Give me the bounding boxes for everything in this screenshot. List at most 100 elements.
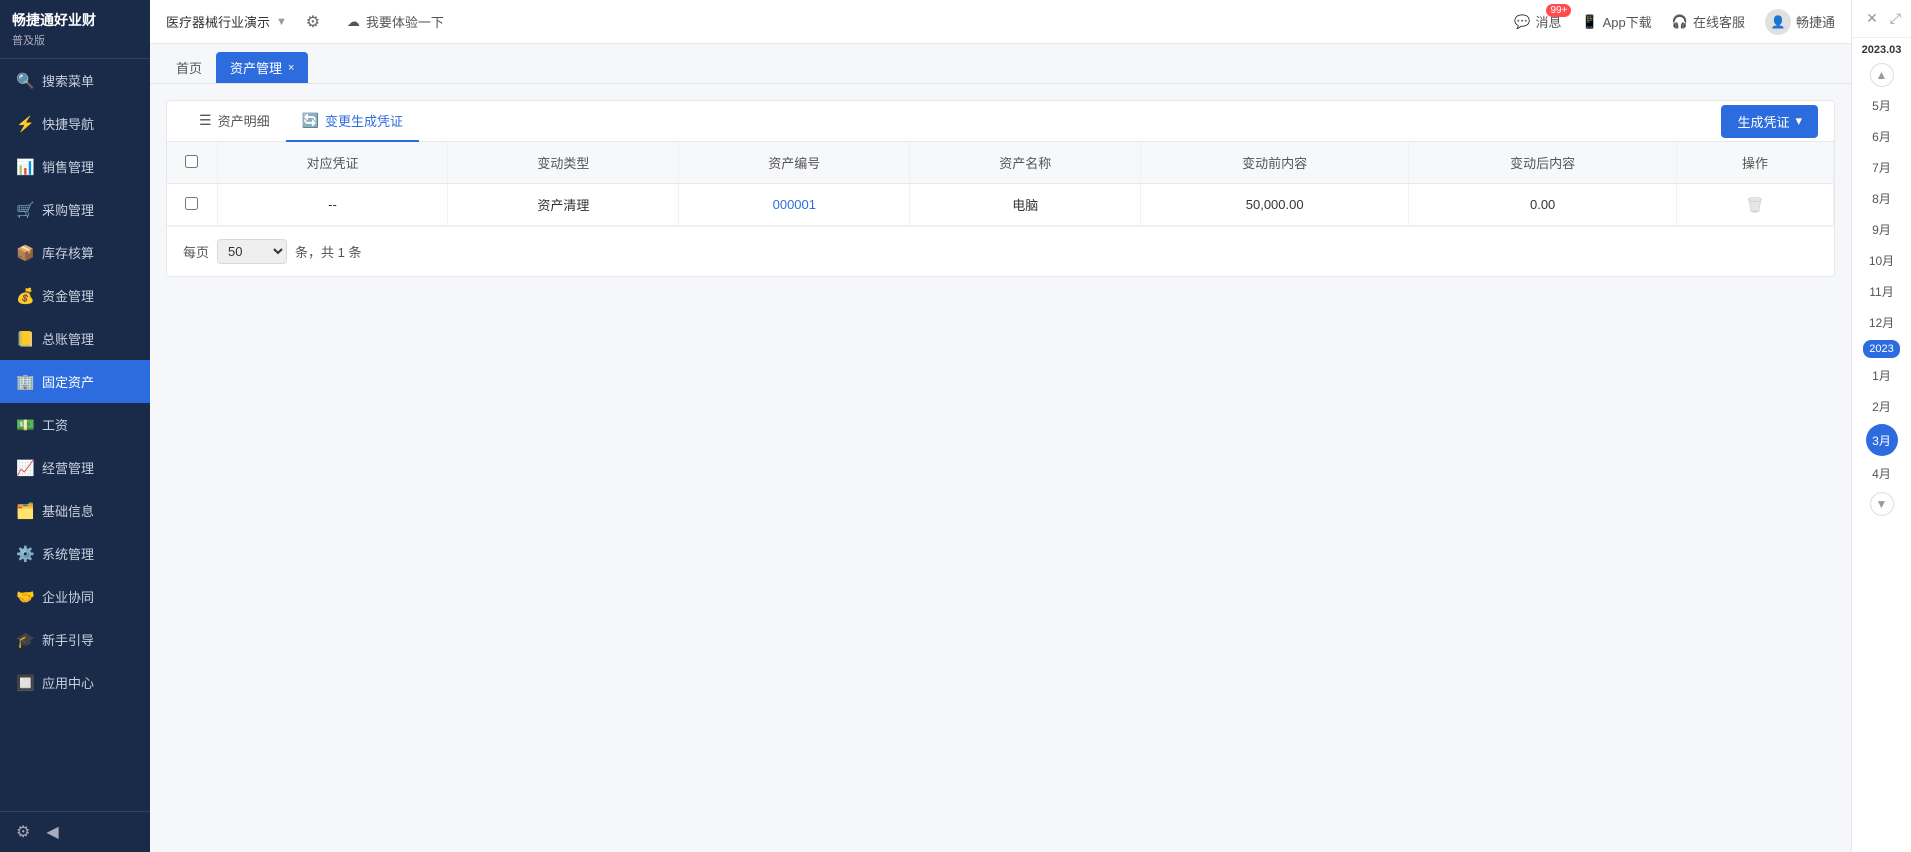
inner-tab-asset-detail[interactable]: ☰ 资产明细 <box>183 101 286 142</box>
sidebar-label-10: 基础信息 <box>42 501 94 520</box>
settings-icon[interactable]: ⚙ <box>16 822 30 842</box>
sidebar-item-6[interactable]: 📒总账管理 <box>0 317 150 360</box>
sidebar-item-5[interactable]: 💰资金管理 <box>0 274 150 317</box>
month-nav-up[interactable]: ▲ <box>1870 63 1894 87</box>
month-item[interactable]: 7月 <box>1852 152 1911 183</box>
month-item[interactable]: 4月 <box>1852 458 1911 489</box>
table-col-before: 变动前内容 <box>1141 142 1409 184</box>
home-label: 首页 <box>176 58 202 77</box>
row-select-0[interactable] <box>185 197 198 210</box>
sidebar-icon-10: 🗂️ <box>16 502 34 520</box>
company-selector[interactable]: 医疗器械行业演示 ▼ <box>166 12 287 31</box>
sidebar-items: 🔍搜索菜单⚡快捷导航📊销售管理🛒采购管理📦库存核算💰资金管理📒总账管理🏢固定资产… <box>0 59 150 704</box>
sidebar-icon-8: 💵 <box>16 416 34 434</box>
experience-button[interactable]: ☁ 我要体验一下 <box>347 12 444 31</box>
tab-close-icon[interactable]: × <box>288 62 294 74</box>
sidebar-label-12: 企业协同 <box>42 587 94 606</box>
month-item[interactable]: 11月 <box>1852 276 1911 307</box>
sidebar-icon-3: 🛒 <box>16 201 34 219</box>
collapse-icon[interactable]: ◀ <box>46 822 58 842</box>
sidebar-item-1[interactable]: ⚡快捷导航 <box>0 102 150 145</box>
sidebar-item-4[interactable]: 📦库存核算 <box>0 231 150 274</box>
main-card: ☰ 资产明细 🔄 变更生成凭证 生成凭证 ▾ <box>166 100 1835 277</box>
month-item[interactable]: 8月 <box>1852 183 1911 214</box>
row-asset-no-0: 000001 <box>679 184 910 226</box>
sidebar-icon-12: 🤝 <box>16 588 34 606</box>
page-size-select[interactable]: 102050100 <box>217 239 287 264</box>
user-name: 畅捷通 <box>1796 12 1835 31</box>
generate-btn-label: 生成凭证 <box>1737 112 1789 131</box>
header-right: 💬 消息 99+ 📱 App下载 🎧 在线客服 👤 畅捷通 <box>1514 9 1835 35</box>
month-item[interactable]: 6月 <box>1852 121 1911 152</box>
pagination-bar: 每页 102050100 条，共 1 条 <box>167 226 1834 276</box>
month-item[interactable]: 9月 <box>1852 214 1911 245</box>
sidebar-item-14[interactable]: 🔲应用中心 <box>0 661 150 704</box>
delete-icon-0[interactable]: 🗑 <box>1746 197 1765 214</box>
sidebar-item-0[interactable]: 🔍搜索菜单 <box>0 59 150 102</box>
app-download-button[interactable]: 📱 App下载 <box>1581 12 1651 31</box>
sidebar-item-11[interactable]: ⚙️系统管理 <box>0 532 150 575</box>
sidebar-icon-1: ⚡ <box>16 115 34 133</box>
experience-label: 我要体验一下 <box>366 12 444 31</box>
table-header-row: 对应凭证 变动类型 资产编号 资产名称 变动前内容 变动后内容 操作 <box>167 142 1834 184</box>
month-nav-down[interactable]: ▼ <box>1870 492 1894 516</box>
panel-expand-icon[interactable]: ⤢ <box>1886 8 1905 29</box>
sidebar-item-3[interactable]: 🛒采购管理 <box>0 188 150 231</box>
header-gear-button[interactable]: ⚙ <box>299 8 327 36</box>
table-col-change-type: 变动类型 <box>448 142 679 184</box>
year-badge-2023: 2023 <box>1863 340 1899 358</box>
panel-close-icon[interactable]: ✕ <box>1862 8 1882 29</box>
row-after-0: 0.00 <box>1409 184 1677 226</box>
select-all-checkbox[interactable] <box>185 155 198 168</box>
table-row: -- 资产清理 000001 电脑 50,000.00 0.00 🗑 <box>167 184 1834 226</box>
sidebar-item-9[interactable]: 📈经营管理 <box>0 446 150 489</box>
company-name: 医疗器械行业演示 <box>166 12 270 31</box>
message-icon: 💬 <box>1514 14 1530 30</box>
month-item[interactable]: 10月 <box>1852 245 1911 276</box>
month-item[interactable]: 12月 <box>1852 307 1911 338</box>
messages-button[interactable]: 💬 消息 99+ <box>1514 12 1561 31</box>
row-voucher-0: -- <box>217 184 448 226</box>
row-action-0: 🗑 <box>1677 184 1834 226</box>
sidebar-icon-7: 🏢 <box>16 373 34 391</box>
sidebar-bottom: ⚙ ◀ <box>0 811 150 852</box>
inner-tab-generate-voucher[interactable]: 🔄 变更生成凭证 <box>286 101 419 142</box>
table-col-asset-name: 资产名称 <box>910 142 1141 184</box>
sidebar-icon-13: 🎓 <box>16 631 34 649</box>
generate-button[interactable]: 生成凭证 ▾ <box>1721 105 1818 138</box>
month-item[interactable]: 5月 <box>1852 90 1911 121</box>
table-col-checkbox <box>167 142 217 184</box>
month-item[interactable]: 1月 <box>1852 360 1911 391</box>
per-page-label: 每页 <box>183 242 209 261</box>
table-col-asset-no: 资产编号 <box>679 142 910 184</box>
panel-year-label: 2023.03 <box>1852 38 1911 60</box>
tab-asset-management[interactable]: 资产管理 × <box>216 52 308 83</box>
sidebar-icon-4: 📦 <box>16 244 34 262</box>
generate-btn-arrow: ▾ <box>1795 113 1802 129</box>
sidebar-item-10[interactable]: 🗂️ 基础信息 <box>0 489 150 532</box>
tab-home[interactable]: 首页 <box>166 52 212 83</box>
right-panel: ✕ ⤢ 2023.03 ▲ 5月6月7月8月9月10月11月12月 2023 1月2月… <box>1851 0 1911 852</box>
right-panel-header: ✕ ⤢ <box>1852 0 1911 38</box>
sidebar: 畅捷通好业财 普及版 🔍搜索菜单⚡快捷导航📊销售管理🛒采购管理📦库存核算💰资金管… <box>0 0 150 852</box>
sidebar-item-7[interactable]: 🏢固定资产 <box>0 360 150 403</box>
month-item[interactable]: 2月 <box>1852 391 1911 422</box>
app-logo-title: 畅捷通好业财 <box>12 10 138 30</box>
sidebar-item-12[interactable]: 🤝 企业协同 <box>0 575 150 618</box>
customer-service-button[interactable]: 🎧 在线客服 <box>1672 12 1745 31</box>
sidebar-item-2[interactable]: 📊销售管理 <box>0 145 150 188</box>
sidebar-item-8[interactable]: 💵工资 <box>0 403 150 446</box>
table-body: -- 资产清理 000001 电脑 50,000.00 0.00 🗑 <box>167 184 1834 226</box>
month-item[interactable]: 3月 <box>1866 424 1898 456</box>
sidebar-item-13[interactable]: 🎓新手引导 <box>0 618 150 661</box>
inner-tabs: ☰ 资产明细 🔄 变更生成凭证 生成凭证 ▾ <box>167 101 1834 142</box>
table-col-action: 操作 <box>1677 142 1834 184</box>
sidebar-icon-6: 📒 <box>16 330 34 348</box>
messages-badge: 99+ <box>1546 4 1571 17</box>
list-icon: ☰ <box>199 112 212 129</box>
app-logo-sub: 普及版 <box>12 32 138 48</box>
user-profile[interactable]: 👤 畅捷通 <box>1765 9 1835 35</box>
voucher-icon: 🔄 <box>302 112 319 129</box>
headset-icon: 🎧 <box>1672 14 1688 30</box>
table-col-voucher: 对应凭证 <box>217 142 448 184</box>
